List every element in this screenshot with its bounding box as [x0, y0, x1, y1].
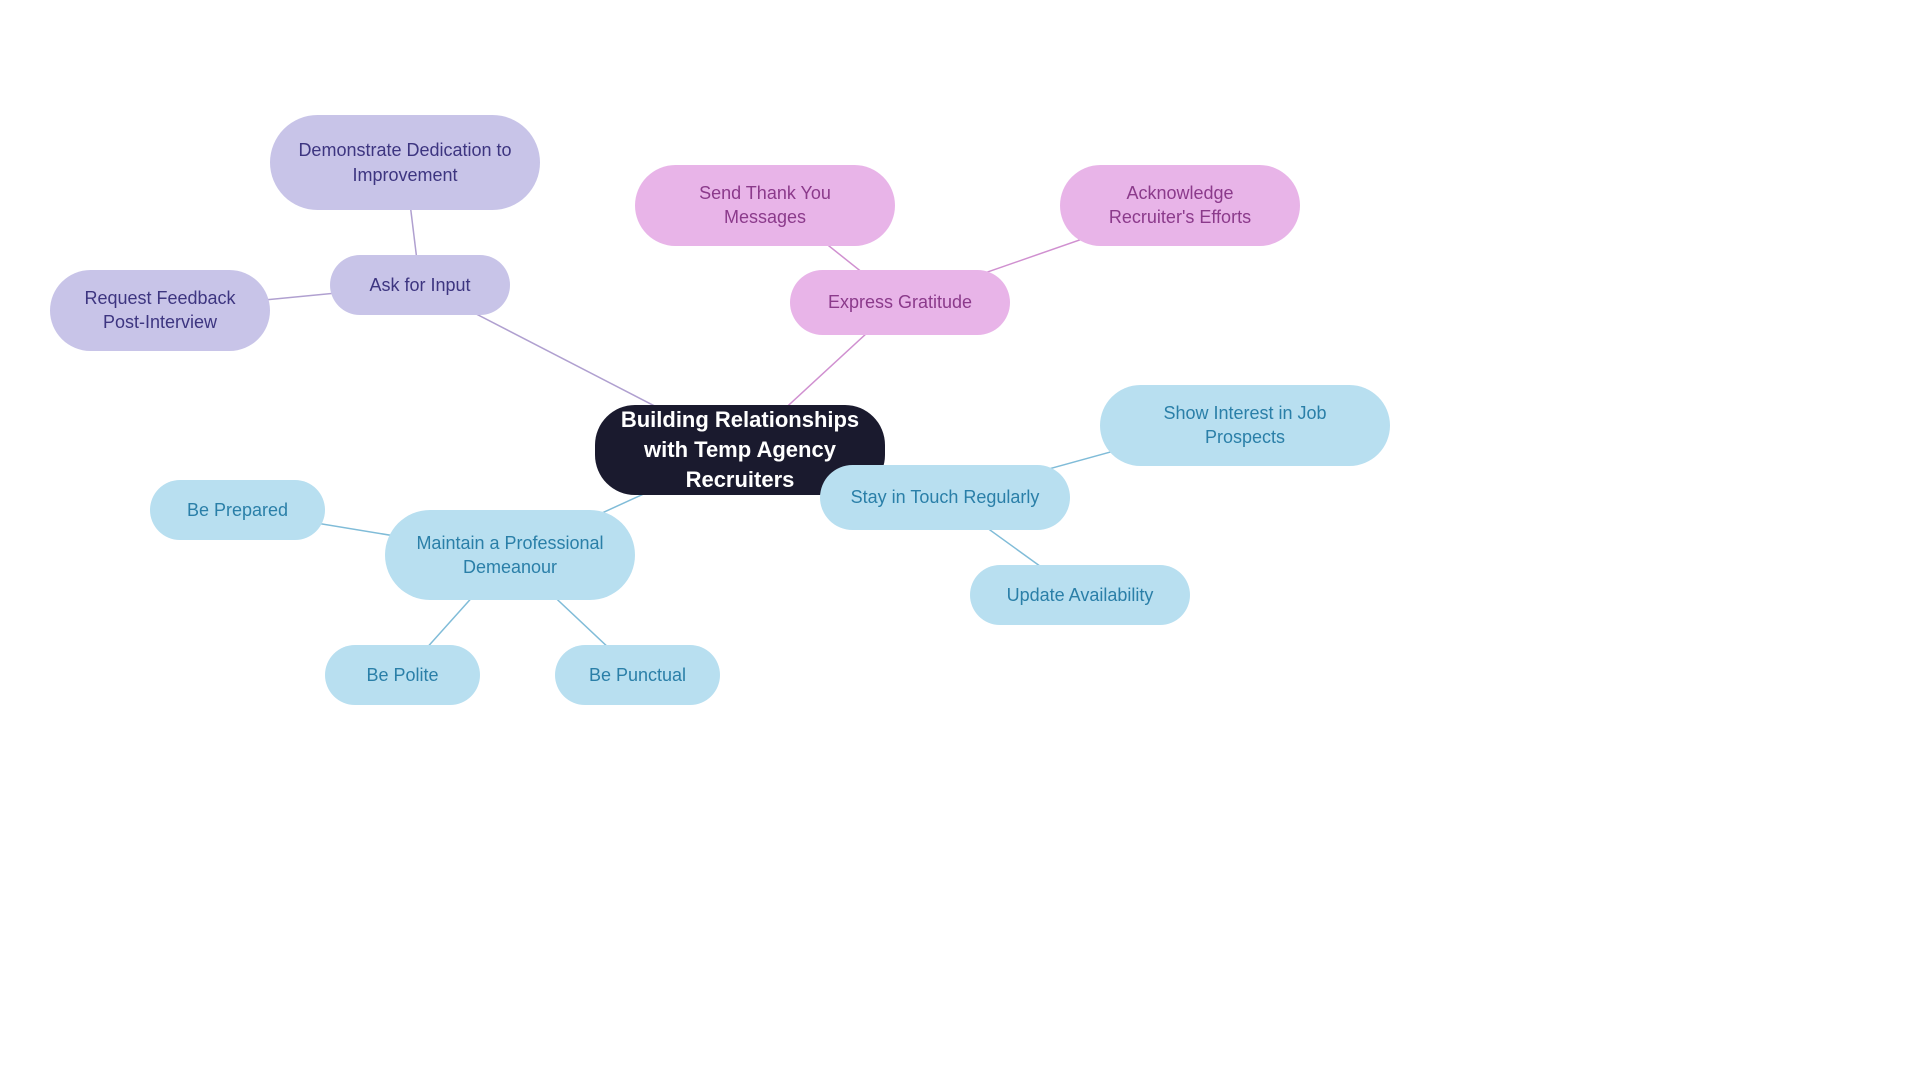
node-be-polite: Be Polite	[325, 645, 480, 705]
node-ask-input: Ask for Input	[330, 255, 510, 315]
node-send-thanks: Send Thank You Messages	[635, 165, 895, 246]
node-acknowledge: Acknowledge Recruiter's Efforts	[1060, 165, 1300, 246]
node-stay-touch: Stay in Touch Regularly	[820, 465, 1070, 530]
node-demonstrate: Demonstrate Dedication to Improvement	[270, 115, 540, 210]
node-show-interest: Show Interest in Job Prospects	[1100, 385, 1390, 466]
node-be-punctual: Be Punctual	[555, 645, 720, 705]
node-request-feedback: Request Feedback Post-Interview	[50, 270, 270, 351]
node-be-prepared: Be Prepared	[150, 480, 325, 540]
node-maintain-professional: Maintain a Professional Demeanour	[385, 510, 635, 600]
node-update-availability: Update Availability	[970, 565, 1190, 625]
node-express-gratitude: Express Gratitude	[790, 270, 1010, 335]
